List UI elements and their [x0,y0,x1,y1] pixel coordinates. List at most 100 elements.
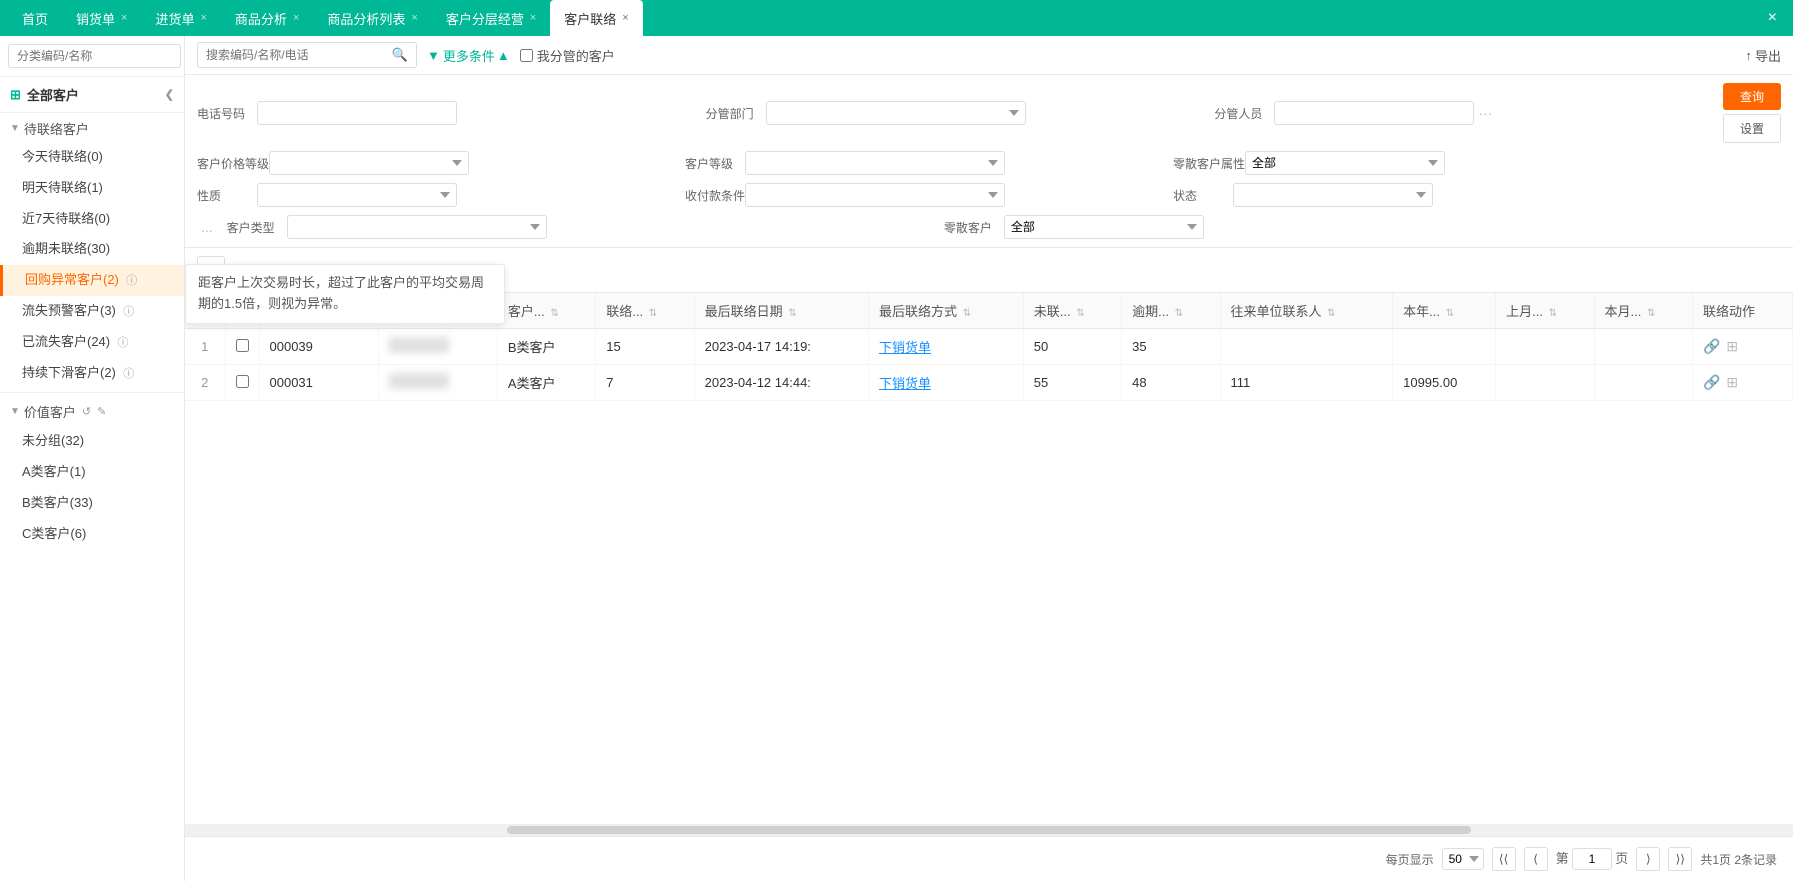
query-btn[interactable]: 查询 [1723,83,1781,110]
per-page-select[interactable]: 50 [1442,848,1484,870]
row-1-last-month [1496,329,1594,365]
dept-select[interactable] [766,101,1026,125]
row-1-this-year [1393,329,1496,365]
filter-search-icon[interactable]: 🔍 [392,47,408,63]
horizontal-scrollbar[interactable] [185,824,1793,836]
nav-close-all-icon[interactable]: × [1768,9,1777,27]
overdue-pending-label: 逾期未联络(30) [22,241,110,256]
row-1-last-method-link[interactable]: 下销货单 [879,340,931,355]
col-header-last-month: 上月... ⇅ [1496,293,1594,329]
sidebar-item-tomorrow-pending[interactable]: 明天待联络(1) [0,173,184,204]
sidebar-search-input[interactable] [8,44,181,68]
page-number-input[interactable] [1572,848,1612,870]
nav-item-customer-contact[interactable]: 客户联络 × [550,0,642,36]
export-btn[interactable]: ↑ 导出 [1745,46,1781,65]
sidebar-item-overdue-pending[interactable]: 逾期未联络(30) [0,234,184,265]
more-filters-arrow-icon: ▲ [497,48,510,63]
payment-select[interactable] [745,183,1005,207]
pagination: 每页显示 50 ⟨⟨ ⟨ 第 页 ⟩ ⟩⟩ 共1页 2条记录 [185,836,1793,881]
nav-customer-contact-close-icon[interactable]: × [622,12,628,24]
nav-item-product-analysis-list[interactable]: 商品分析列表 × [313,0,431,36]
sidebar-item-ungrouped[interactable]: 未分组(32) [0,426,184,457]
sidebar-item-a-class[interactable]: A类客户(1) [0,457,184,488]
row-2-action: 🔗 ⊞ [1692,365,1792,401]
last-page-btn[interactable]: ⟩⟩ [1668,847,1692,871]
row-1-this-month [1594,329,1692,365]
next-page-btn[interactable]: ⟩ [1636,847,1660,871]
row-2-grid-icon[interactable]: ⊞ [1726,374,1738,391]
ungrouped-label: 未分组(32) [22,433,84,448]
retail-customer-select[interactable]: 全部 [1004,215,1204,239]
declining-label: 持续下滑客户(2) [22,365,116,380]
my-customers-checkbox[interactable] [520,49,533,62]
sidebar-item-today-pending[interactable]: 今天待联络(0) [0,142,184,173]
row-1-grid-icon[interactable]: ⊞ [1726,338,1738,355]
already-lost-label: 已流失客户(24) [22,334,110,349]
row-2-name-blurred [389,373,449,389]
filter-row-4: ... 客户类型 零散客户 全部 [197,215,1781,239]
table-row: 2 000031 A类客户 7 2023-04-12 14:44: 下销货单 [185,365,1793,401]
declining-info-icon: ⓘ [123,368,134,380]
filter-search-input[interactable] [206,48,388,62]
row4-dots-icon[interactable]: ... [197,219,217,235]
sidebar-item-lost-prediction[interactable]: 流失预警客户(3) ⓘ [0,296,184,327]
c-class-label: C类客户(6) [22,526,86,541]
person-dots-icon[interactable]: ··· [1474,105,1496,121]
nav-purchase-close-icon[interactable]: × [200,12,206,24]
customer-type-select[interactable] [287,215,547,239]
sidebar-item-c-class[interactable]: C类客户(6) [0,519,184,550]
tomorrow-pending-label: 明天待联络(1) [22,180,103,195]
lost-prediction-label: 流失预警客户(3) [22,303,116,318]
nav-customer-tier-close-icon[interactable]: × [530,12,536,24]
nav-product-analysis-list-close-icon[interactable]: × [411,12,417,24]
row-2-checkbox[interactable] [236,375,249,388]
sidebar-all-customers-header[interactable]: ⊞ 全部客户 ❮ [0,77,184,113]
row-2-last-method-link[interactable]: 下销货单 [879,376,931,391]
sidebar-item-abnormal[interactable]: 回购异常客户(2) ⓘ [0,265,184,296]
settings-btn[interactable]: 设置 [1723,114,1781,143]
sidebar-item-7day-pending[interactable]: 近7天待联络(0) [0,204,184,235]
nav-product-analysis-close-icon[interactable]: × [293,12,299,24]
nav-sales-label: 销货单 [76,9,115,28]
sidebar-item-b-class[interactable]: B类客户(33) [0,488,184,519]
value-group-arrow-icon: ▼ [10,406,20,417]
more-filters-btn[interactable]: ▼ 更多条件 ▲ [427,46,510,65]
row-1-type: B类客户 [497,329,595,365]
nav-sales-close-icon[interactable]: × [121,12,127,24]
retail-attr-select[interactable]: 全部 [1245,151,1445,175]
gender-select[interactable] [257,183,457,207]
nav-item-product-analysis[interactable]: 商品分析 × [221,0,313,36]
row-1-link-icon[interactable]: 🔗 [1703,338,1720,355]
page-total-label: 共1页 2条记录 [1700,851,1777,868]
person-input[interactable] [1274,101,1474,125]
sidebar-pending-contact-group[interactable]: ▼ 待联络客户 [0,113,184,142]
value-group-edit-icon[interactable]: ✎ [97,405,106,418]
first-page-btn[interactable]: ⟨⟨ [1492,847,1516,871]
nav-item-purchase[interactable]: 进货单 × [141,0,220,36]
my-customers-label: 我分管的客户 [537,46,615,65]
nav-item-home[interactable]: 首页 [8,0,62,36]
phone-input[interactable] [257,101,457,125]
nav-item-sales[interactable]: 销货单 × [62,0,141,36]
customer-level-select[interactable] [745,151,1005,175]
row-2-link-icon[interactable]: 🔗 [1703,374,1720,391]
table-area: ⚙ 客户编码 ⇅ 客户名称 ⇅ [185,248,1793,881]
lost-prediction-info-icon: ⓘ [123,306,134,318]
sidebar-item-already-lost[interactable]: 已流失客户(24) ⓘ [0,327,184,358]
row-1-overdue: 35 [1122,329,1220,365]
export-icon: ↑ [1745,48,1752,63]
per-page-label: 每页显示 [1386,851,1434,868]
sidebar-value-group[interactable]: ▼ 价值客户 ↺ ✎ [0,397,184,426]
price-level-select[interactable] [269,151,469,175]
table-spacer [185,401,1793,824]
sidebar-item-declining[interactable]: 持续下滑客户(2) ⓘ [0,358,184,389]
filter-action-btns: 查询 设置 [1723,83,1781,143]
filter-row-2: 客户价格等级 客户等级 零散客户属性 全部 [197,151,1781,175]
row-1-checkbox[interactable] [236,339,249,352]
prev-page-btn[interactable]: ⟨ [1524,847,1548,871]
value-group-refresh-icon[interactable]: ↺ [82,405,91,418]
price-level-label: 客户价格等级 [197,155,269,172]
nav-item-customer-tier[interactable]: 客户分层经营 × [432,0,550,36]
status-select[interactable] [1233,183,1433,207]
page-current-label: 第 页 [1556,848,1629,870]
